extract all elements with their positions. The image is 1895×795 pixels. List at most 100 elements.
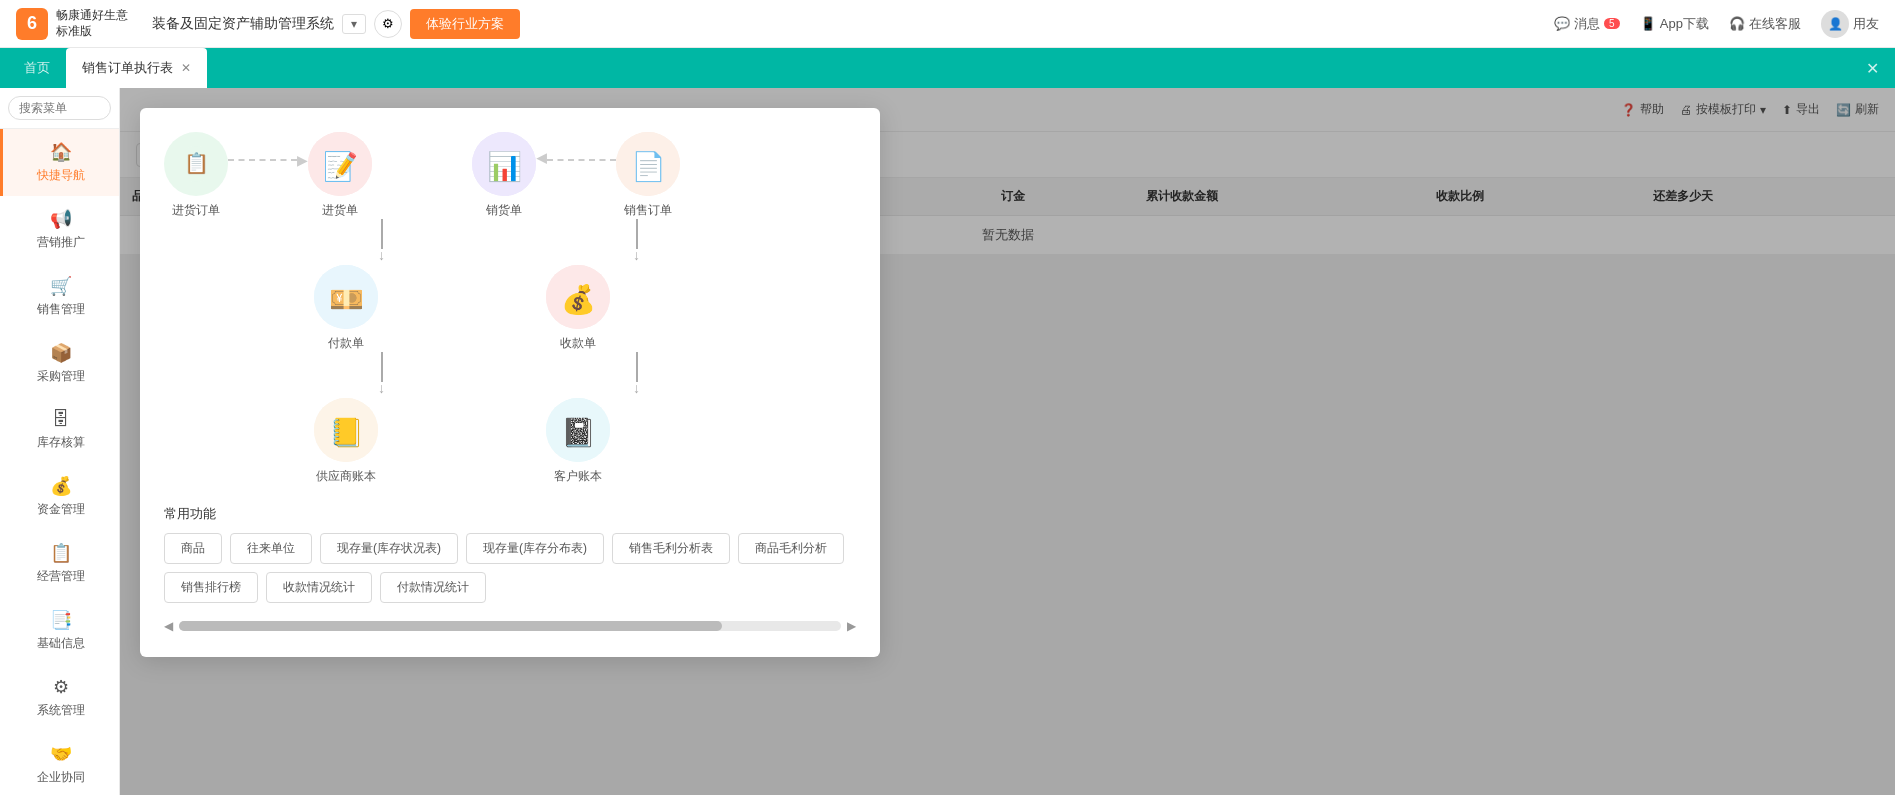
svg-text:💰: 💰 [561,283,596,316]
window-close-button[interactable]: ✕ [1858,59,1887,78]
tab-close-icon[interactable]: ✕ [181,61,191,75]
flowchart-row1: 📋 进货订单 ▶ 📝 [164,132,856,219]
purchase-order-circle: 📋 [164,132,228,196]
common-btn-sales-profit[interactable]: 销售毛利分析表 [612,533,730,564]
common-section: 常用功能 商品 往来单位 现存量(库存状况表) 现存量(库存分布表) 销售毛利分… [164,505,856,603]
flowchart-row2: 💴 付款单 💰 收款单 [164,265,856,352]
basic-info-icon: 📑 [50,609,72,631]
svg-text:📓: 📓 [561,416,596,449]
scrollbar-track [179,621,841,631]
logo-text: 畅康通好生意 标准版 [56,8,128,39]
vert-connector-right: ↓ [633,219,640,265]
user-item[interactable]: 👤 用友 [1821,10,1879,38]
enterprise-icon: 🤝 [50,743,72,765]
flow-node-purchase-bill[interactable]: 📝 进货单 [308,132,372,219]
gear-settings-button[interactable]: ⚙ [374,10,402,38]
system-dropdown-button[interactable]: ▾ [342,14,366,34]
sidebar-item-enterprise[interactable]: 🤝 企业协同 [0,731,119,795]
arrow-h2: ▶ [536,132,616,168]
main-layout: 🏠 快捷导航 📢 营销推广 🛒 销售管理 📦 采购管理 🗄 库存核算 💰 资金管… [0,88,1895,795]
search-input[interactable] [8,96,111,120]
system-title-area: 装备及固定资产辅助管理系统 ▾ ⚙ 体验行业方案 [152,9,1554,39]
header-right: 💬 消息 5 📱 App下载 🎧 在线客服 👤 用友 [1554,10,1879,38]
sidebar-item-inventory[interactable]: 🗄 库存核算 [0,397,119,463]
scroll-right-arrow[interactable]: ▶ [847,619,856,633]
svg-text:📒: 📒 [329,416,364,449]
flow-node-receipt[interactable]: 💰 收款单 [546,265,610,352]
nav-tabs: 首页 销售订单执行表 ✕ ✕ [0,48,1895,88]
flow-node-purchase-order[interactable]: 📋 进货订单 [164,132,228,219]
sidebar-item-finance[interactable]: 💰 资金管理 [0,463,119,530]
svg-text:📄: 📄 [631,150,666,183]
message-item[interactable]: 💬 消息 5 [1554,15,1620,33]
search-bar [0,88,119,129]
sidebar-item-marketing[interactable]: 📢 营销推广 [0,196,119,263]
logo-icon: 6 [16,8,48,40]
svg-text:📋: 📋 [184,151,209,175]
avatar: 👤 [1821,10,1849,38]
purchase-bill-label: 进货单 [322,202,358,219]
tab-sales-order-exec[interactable]: 销售订单执行表 ✕ [66,48,207,88]
common-btn-counterparty[interactable]: 往来单位 [230,533,312,564]
payment-label: 付款单 [328,335,364,352]
modal-overlay: 📋 进货订单 ▶ 📝 [120,88,1895,795]
svg-text:📝: 📝 [323,150,358,183]
online-service-item[interactable]: 🎧 在线客服 [1729,15,1801,33]
phone-icon: 📱 [1640,16,1656,31]
sidebar-item-quick-nav[interactable]: 🏠 快捷导航 [0,129,119,196]
tab-home[interactable]: 首页 [8,48,66,88]
customer-account-label: 客户账本 [554,468,602,485]
sales-order-circle: 📄 [616,132,680,196]
app-download-item[interactable]: 📱 App下载 [1640,15,1709,33]
inventory-icon: 🗄 [52,409,70,430]
svg-text:📊: 📊 [487,150,522,183]
scroll-left-arrow[interactable]: ◀ [164,619,173,633]
sales-icon: 🛒 [50,275,72,297]
common-btn-product[interactable]: 商品 [164,533,222,564]
common-btn-product-profit[interactable]: 商品毛利分析 [738,533,844,564]
top-header: 6 畅康通好生意 标准版 装备及固定资产辅助管理系统 ▾ ⚙ 体验行业方案 💬 … [0,0,1895,48]
sales-order-label: 销售订单 [624,202,672,219]
sidebar: 🏠 快捷导航 📢 营销推广 🛒 销售管理 📦 采购管理 🗄 库存核算 💰 资金管… [0,88,120,795]
svg-text:💴: 💴 [329,283,364,316]
supplier-account-label: 供应商账本 [316,468,376,485]
sidebar-item-operation[interactable]: 📋 经营管理 [0,530,119,597]
payment-circle: 💴 [314,265,378,329]
headset-icon: 🎧 [1729,16,1745,31]
scrollbar-thumb[interactable] [179,621,722,631]
flowchart-connector-row2: ↓ ↓ [164,352,856,398]
common-btn-stock-status[interactable]: 现存量(库存状况表) [320,533,458,564]
sidebar-item-sales[interactable]: 🛒 销售管理 [0,263,119,330]
flow-node-customer-account[interactable]: 📓 客户账本 [546,398,610,485]
common-btn-payment-stat[interactable]: 付款情况统计 [380,572,486,603]
message-icon: 💬 [1554,16,1570,31]
sidebar-item-basic-info[interactable]: 📑 基础信息 [0,597,119,664]
sidebar-item-system[interactable]: ⚙ 系统管理 [0,664,119,731]
content-area: ❓ 帮助 🖨 按模板打印 ▾ ⬆ 导出 🔄 刷新 📅 单据状态 [120,88,1895,795]
common-buttons: 商品 往来单位 现存量(库存状况表) 现存量(库存分布表) 销售毛利分析表 商品… [164,533,856,564]
operation-icon: 📋 [50,542,72,564]
purchase-icon: 📦 [50,342,72,364]
common-buttons-row2: 销售排行榜 收款情况统计 付款情况统计 [164,572,856,603]
message-badge: 5 [1604,18,1620,29]
modal-box: 📋 进货订单 ▶ 📝 [140,108,880,657]
flowchart-connector-row: ↓ ↓ [164,219,856,265]
finance-icon: 💰 [50,475,72,497]
flow-node-supplier-account[interactable]: 📒 供应商账本 [314,398,378,485]
home-icon: 🏠 [50,141,72,163]
sales-bill-circle: 📊 [472,132,536,196]
common-btn-sales-rank[interactable]: 销售排行榜 [164,572,258,603]
flow-node-sales-order[interactable]: 📄 销售订单 [616,132,680,219]
system-title: 装备及固定资产辅助管理系统 [152,15,334,33]
flow-node-sales-bill[interactable]: 📊 销货单 [472,132,536,219]
sidebar-item-purchase[interactable]: 📦 采购管理 [0,330,119,397]
system-icon: ⚙ [53,676,69,698]
sales-bill-label: 销货单 [486,202,522,219]
common-title: 常用功能 [164,505,856,523]
common-btn-receipt-stat[interactable]: 收款情况统计 [266,572,372,603]
common-btn-stock-dist[interactable]: 现存量(库存分布表) [466,533,604,564]
trial-button[interactable]: 体验行业方案 [410,9,520,39]
flow-node-payment[interactable]: 💴 付款单 [314,265,378,352]
customer-account-circle: 📓 [546,398,610,462]
supplier-account-circle: 📒 [314,398,378,462]
